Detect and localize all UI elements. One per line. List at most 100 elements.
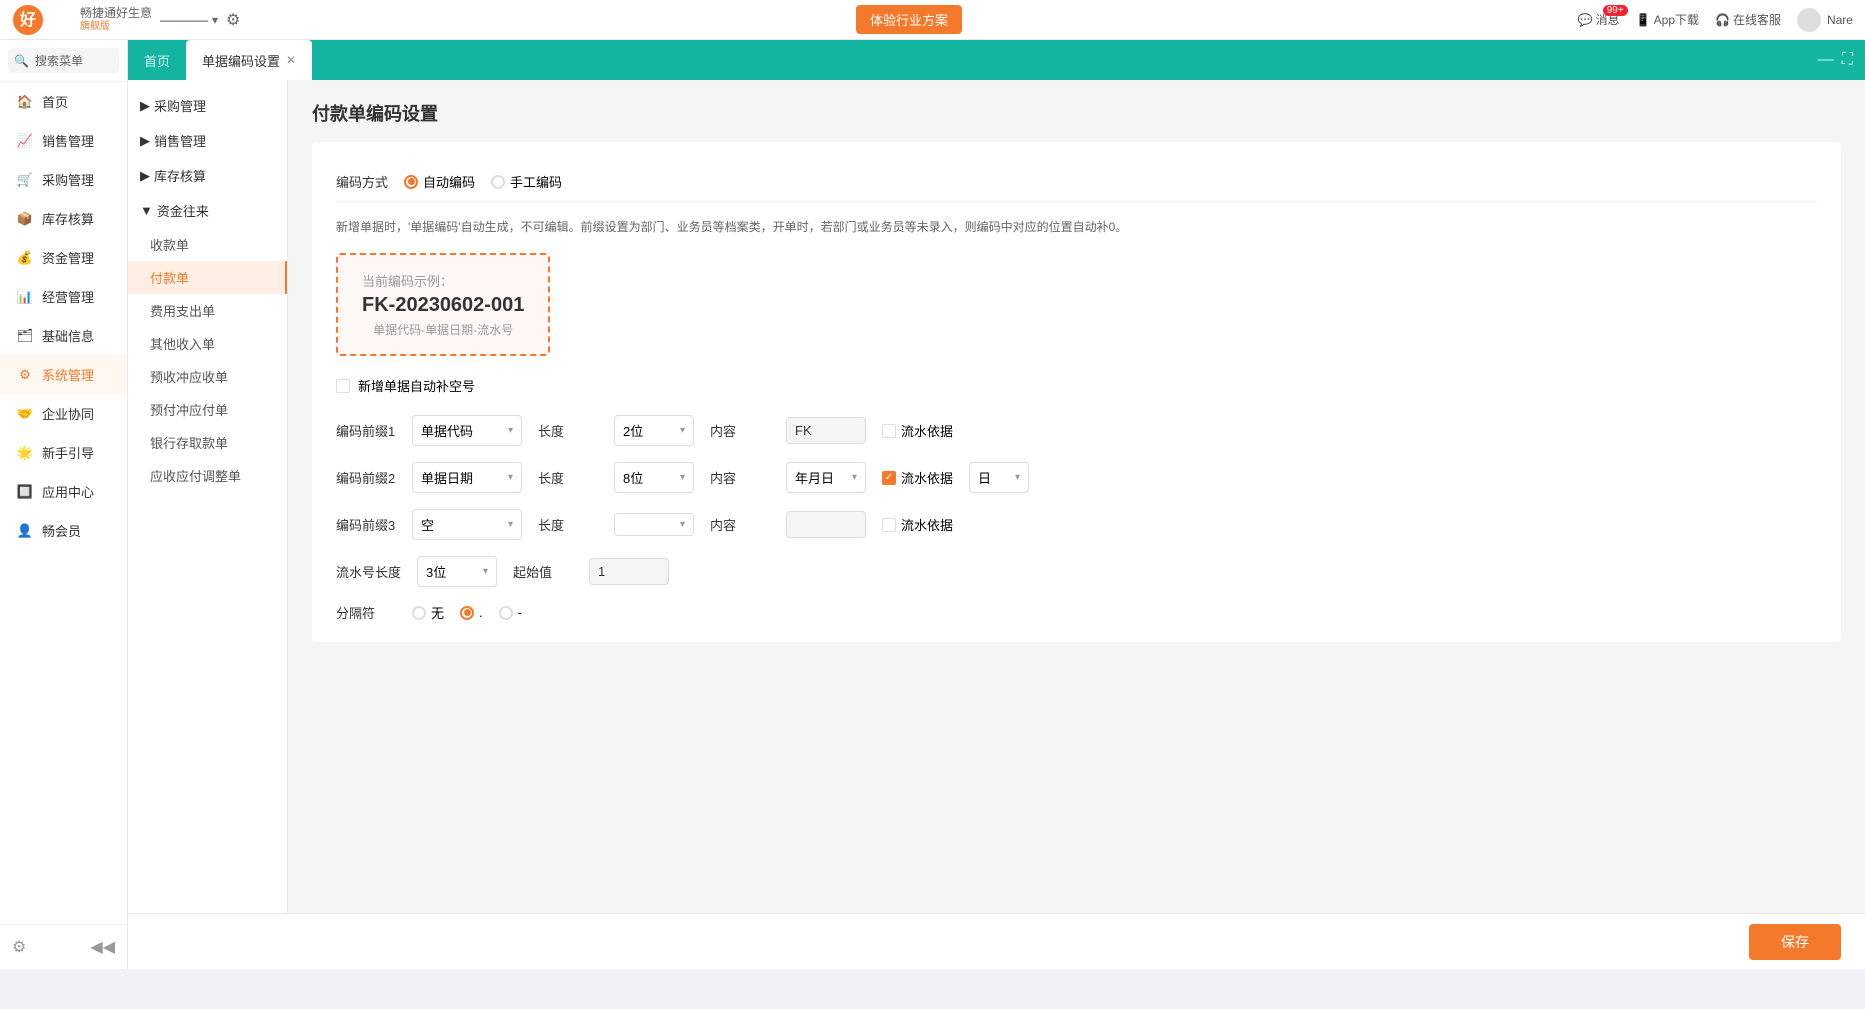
minimize-icon[interactable]: —: [1818, 51, 1834, 69]
sep-none-label: 无: [431, 603, 444, 622]
sub-item-bank-deposit[interactable]: 银行存取款单: [128, 426, 287, 459]
sidebar-item-purchase[interactable]: 🛒 采购管理: [0, 160, 127, 199]
sidebar-bottom: ⚙ ◀◀: [0, 924, 127, 969]
search-menu-btn[interactable]: 🔍 搜索菜单: [8, 48, 119, 73]
sidebar-item-label: 采购管理: [42, 170, 94, 189]
prefix1-serial-label: 流水依据: [901, 421, 953, 440]
maximize-icon[interactable]: ⛶: [1842, 51, 1853, 69]
auto-fill-checkbox[interactable]: [336, 379, 350, 393]
prefix1-content-input[interactable]: [786, 417, 866, 444]
serial-len-select[interactable]: 3位 ▾: [417, 556, 497, 587]
prefix1-length-label: 长度: [538, 421, 598, 440]
prefix2-row: 编码前缀2 单据日期 ▾ 长度 8位 ▾ 内容 年月日 ▾: [336, 462, 1817, 493]
prefix3-serial-label: 流水依据: [901, 515, 953, 534]
sidebar-item-sales[interactable]: 📈 销售管理: [0, 121, 127, 160]
sub-group-sales-title[interactable]: ▶ 销售管理: [128, 123, 287, 158]
sales-icon: 📈: [16, 132, 34, 150]
message-badge: 99+: [1603, 5, 1628, 16]
prefix3-content-input[interactable]: [786, 511, 866, 538]
preview-desc: 单据代码-单据日期-流水号: [362, 321, 524, 338]
prefix1-row: 编码前缀1 单据代码 ▾ 长度 2位 ▾ 内容 流水依据: [336, 415, 1817, 446]
start-val-input[interactable]: [589, 558, 669, 585]
message-icon: 💬: [1578, 13, 1593, 27]
sub-item-receipt[interactable]: 收款单: [128, 228, 287, 261]
prefix3-select[interactable]: 空 ▾: [412, 509, 522, 540]
sep-dash-radio[interactable]: -: [499, 605, 522, 620]
sep-dash-radio-circle: [499, 606, 513, 620]
save-button[interactable]: 保存: [1749, 924, 1841, 960]
sidebar-item-finance[interactable]: 💰 资金管理: [0, 238, 127, 277]
sub-group-purchase: ▶ 采购管理: [128, 88, 287, 123]
sidebar-item-label: 资金管理: [42, 248, 94, 267]
sub-item-prepay-pay[interactable]: 预付冲应付单: [128, 393, 287, 426]
sidebar-menu: 🏠 首页 📈 销售管理 🛒 采购管理 📦 库存核算 💰 资金管理 📊 经营管理 …: [0, 82, 127, 924]
prefix2-day-select[interactable]: 日 ▾: [969, 462, 1029, 493]
sidebar-item-label: 库存核算: [42, 209, 94, 228]
encode-mode-row: 编码方式 自动编码 手工编码: [336, 162, 1817, 202]
message-btn[interactable]: 💬 消息 99+: [1578, 11, 1620, 28]
prefix1-label: 编码前缀1: [336, 421, 396, 440]
sub-item-prepay-receive[interactable]: 预收冲应收单: [128, 360, 287, 393]
sub-group-capital-title[interactable]: ▼ 资金往来: [128, 193, 287, 228]
sidebar-item-enterprise[interactable]: 🤝 企业协同: [0, 394, 127, 433]
sidebar-item-operation[interactable]: 📊 经营管理: [0, 277, 127, 316]
sidebar-item-newguide[interactable]: 🌟 新手引导: [0, 433, 127, 472]
page-title: 付款单编码设置: [312, 100, 1841, 126]
prefix2-content-select[interactable]: 年月日 ▾: [786, 462, 866, 493]
sidebar-item-member[interactable]: 👤 畅会员: [0, 511, 127, 550]
sidebar-item-label: 销售管理: [42, 131, 94, 150]
app-download-label: App下载: [1654, 11, 1699, 28]
chevron-down-icon: ▾: [680, 472, 685, 483]
sidebar-collapse-btn[interactable]: ◀◀: [86, 933, 119, 961]
auto-fill-row: 新增单据自动补空号: [336, 376, 1817, 395]
prefix3-serial-checkbox[interactable]: 流水依据: [882, 515, 953, 534]
prefix1-select[interactable]: 单据代码 ▾: [412, 415, 522, 446]
prefix2-serial-checkbox[interactable]: ✓ 流水依据: [882, 468, 953, 487]
prefix1-length-select[interactable]: 2位 ▾: [614, 415, 694, 446]
prefix3-length-select[interactable]: ▾: [614, 513, 694, 536]
prefix2-length-select[interactable]: 8位 ▾: [614, 462, 694, 493]
manual-encode-radio[interactable]: 手工编码: [491, 172, 562, 191]
sub-group-purchase-title[interactable]: ▶ 采购管理: [128, 88, 287, 123]
prefix2-select[interactable]: 单据日期 ▾: [412, 462, 522, 493]
svg-text:好: 好: [19, 11, 36, 29]
sub-item-payment[interactable]: 付款单: [128, 261, 287, 294]
sub-item-other-income[interactable]: 其他收入单: [128, 327, 287, 360]
sidebar-item-appstore[interactable]: 🔲 应用中心: [0, 472, 127, 511]
settings-icon[interactable]: ⚙: [226, 10, 240, 30]
sidebar-item-inventory[interactable]: 📦 库存核算: [0, 199, 127, 238]
auto-encode-radio[interactable]: 自动编码: [404, 172, 475, 191]
checkbox-icon: [882, 518, 896, 532]
sub-group-label: 销售管理: [154, 131, 206, 150]
sub-group-label: 库存核算: [154, 166, 206, 185]
sub-item-receivable-adjust[interactable]: 应收应付调整单: [128, 459, 287, 492]
prefix3-row: 编码前缀3 空 ▾ 长度 ▾ 内容 流水依据: [336, 509, 1817, 540]
sidebar-item-system[interactable]: ⚙ 系统管理: [0, 355, 127, 394]
tab-home-label: 首页: [144, 51, 170, 70]
sub-group-warehouse-title[interactable]: ▶ 库存核算: [128, 158, 287, 193]
sidebar-settings-btn[interactable]: ⚙: [8, 933, 30, 961]
chevron-down-icon: ▾: [508, 472, 513, 483]
industry-btn[interactable]: 体验行业方案: [856, 5, 962, 34]
chevron-down-icon: ▾: [508, 519, 513, 530]
sub-group-sales: ▶ 销售管理: [128, 123, 287, 158]
tab-close-icon[interactable]: ✕: [286, 53, 296, 67]
sep-none-radio-circle: [412, 606, 426, 620]
online-service-btn[interactable]: 🎧 在线客服: [1715, 11, 1781, 28]
prefix1-content-label: 内容: [710, 421, 770, 440]
logo-icon: 好: [12, 4, 44, 36]
sidebar-item-basic[interactable]: 🗂 基础信息: [0, 316, 127, 355]
company-selector[interactable]: ———— ▾: [160, 13, 218, 27]
prefix3-label: 编码前缀3: [336, 515, 396, 534]
tab-encode-setting[interactable]: 单据编码设置 ✕: [186, 40, 312, 80]
app-download-btn[interactable]: 📱 App下载: [1636, 11, 1699, 28]
prefix1-serial-checkbox[interactable]: 流水依据: [882, 421, 953, 440]
sep-dot-radio[interactable]: .: [460, 605, 483, 620]
sidebar-item-home[interactable]: 🏠 首页: [0, 82, 127, 121]
preview-code: FK-20230602-001: [362, 294, 524, 317]
sub-item-expense[interactable]: 费用支出单: [128, 294, 287, 327]
auto-fill-label: 新增单据自动补空号: [358, 376, 475, 395]
tab-home[interactable]: 首页: [128, 40, 186, 80]
sep-none-radio[interactable]: 无: [412, 603, 444, 622]
user-info[interactable]: Nare: [1797, 8, 1853, 32]
